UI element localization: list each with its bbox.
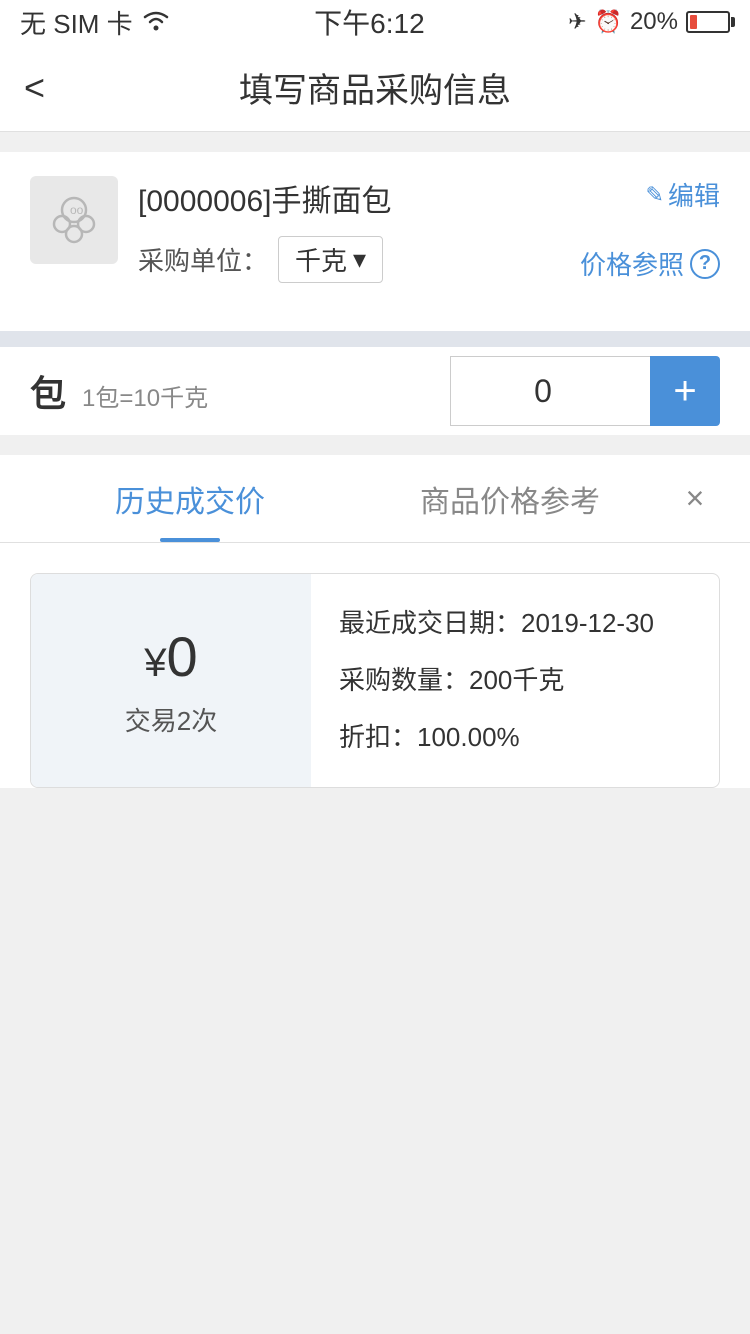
product-info: [0000006]手撕面包 采购单位： 千克 ▾ bbox=[138, 176, 391, 283]
history-last-date: 最近成交日期：2019-12-30 bbox=[339, 604, 691, 643]
edit-label: 编辑 bbox=[668, 176, 720, 213]
wifi-icon bbox=[141, 7, 171, 38]
tab-close-button[interactable]: × bbox=[670, 474, 720, 524]
last-date-label: 最近成交日期： bbox=[339, 608, 521, 638]
svg-text:oo: oo bbox=[70, 203, 84, 217]
history-transaction-count: 交易2次 bbox=[125, 701, 217, 738]
history-price: ¥0 bbox=[144, 624, 197, 689]
product-unit-row: 采购单位： 千克 ▾ bbox=[138, 236, 391, 283]
product-header: oo [0000006]手撕面包 采购单位： 千克 ▾ ✎ 编辑 bbox=[30, 176, 720, 283]
back-button[interactable]: < bbox=[24, 67, 45, 109]
battery-percent: 20% bbox=[630, 8, 678, 36]
unit-label: 采购单位： bbox=[138, 241, 268, 278]
edit-button[interactable]: ✎ 编辑 bbox=[646, 176, 720, 213]
quantity-value: 200千克 bbox=[469, 665, 564, 695]
history-quantity: 采购数量：200千克 bbox=[339, 661, 691, 700]
page-title: 填写商品采购信息 bbox=[239, 63, 511, 112]
tab-history-label: 历史成交价 bbox=[115, 477, 265, 521]
quantity-label: 采购数量： bbox=[339, 665, 469, 695]
status-bar: 无 SIM 卡 下午6:12 ✈ ⏰ 20% bbox=[0, 0, 750, 44]
bottom-area bbox=[0, 818, 750, 1218]
quantity-plus-button[interactable]: + bbox=[650, 356, 720, 426]
dropdown-arrow-icon: ▾ bbox=[353, 244, 366, 275]
location-icon: ✈ bbox=[568, 9, 586, 35]
quantity-row: 包 1包=10千克 + bbox=[0, 347, 750, 435]
product-actions: ✎ 编辑 价格参照 ? bbox=[580, 176, 720, 282]
discount-label: 折扣： bbox=[339, 722, 417, 752]
alarm-icon: ⏰ bbox=[595, 9, 622, 35]
edit-icon: ✎ bbox=[646, 182, 664, 208]
price-ref-label: 价格参照 bbox=[580, 245, 684, 282]
product-thumbnail: oo bbox=[30, 176, 118, 264]
tab-reference-label: 商品价格参考 bbox=[420, 477, 600, 521]
section-divider bbox=[0, 331, 750, 347]
price-yen-symbol: ¥ bbox=[144, 641, 166, 685]
unit-info: 包 1包=10千克 bbox=[30, 365, 208, 417]
price-value: 0 bbox=[167, 625, 198, 688]
quantity-input[interactable] bbox=[450, 356, 650, 426]
unit-select[interactable]: 千克 ▾ bbox=[278, 236, 383, 283]
unit-conversion: 1包=10千克 bbox=[82, 378, 208, 413]
unit-main: 包 bbox=[30, 365, 66, 417]
product-name: [0000006]手撕面包 bbox=[138, 176, 391, 220]
product-card: oo [0000006]手撕面包 采购单位： 千克 ▾ ✎ 编辑 bbox=[0, 152, 750, 331]
history-discount: 折扣：100.00% bbox=[339, 718, 691, 757]
last-date-value: 2019-12-30 bbox=[521, 608, 654, 638]
history-price-block: ¥0 交易2次 bbox=[31, 574, 311, 787]
tab-header: 历史成交价 商品价格参考 × bbox=[0, 455, 750, 543]
status-left: 无 SIM 卡 bbox=[20, 4, 171, 41]
status-right: ✈ ⏰ 20% bbox=[568, 8, 730, 36]
unit-value: 千克 bbox=[295, 241, 347, 278]
price-ref-help-icon: ? bbox=[690, 249, 720, 279]
quantity-input-group: + bbox=[450, 356, 720, 426]
status-time: 下午6:12 bbox=[314, 2, 425, 42]
product-left: oo [0000006]手撕面包 采购单位： 千克 ▾ bbox=[30, 176, 391, 283]
tab-history-price[interactable]: 历史成交价 bbox=[30, 455, 350, 542]
battery-icon bbox=[686, 8, 730, 36]
history-card: ¥0 交易2次 最近成交日期：2019-12-30 采购数量：200千克 折扣：… bbox=[30, 573, 720, 788]
history-detail: 最近成交日期：2019-12-30 采购数量：200千克 折扣：100.00% bbox=[311, 574, 719, 787]
sim-label: 无 SIM 卡 bbox=[20, 4, 133, 41]
discount-value: 100.00% bbox=[417, 722, 520, 752]
tab-panel: 历史成交价 商品价格参考 × ¥0 交易2次 最近成交日期：2019-12-30… bbox=[0, 455, 750, 788]
tab-price-reference[interactable]: 商品价格参考 bbox=[350, 455, 670, 542]
price-reference-button[interactable]: 价格参照 ? bbox=[580, 245, 720, 282]
nav-bar: < 填写商品采购信息 bbox=[0, 44, 750, 132]
